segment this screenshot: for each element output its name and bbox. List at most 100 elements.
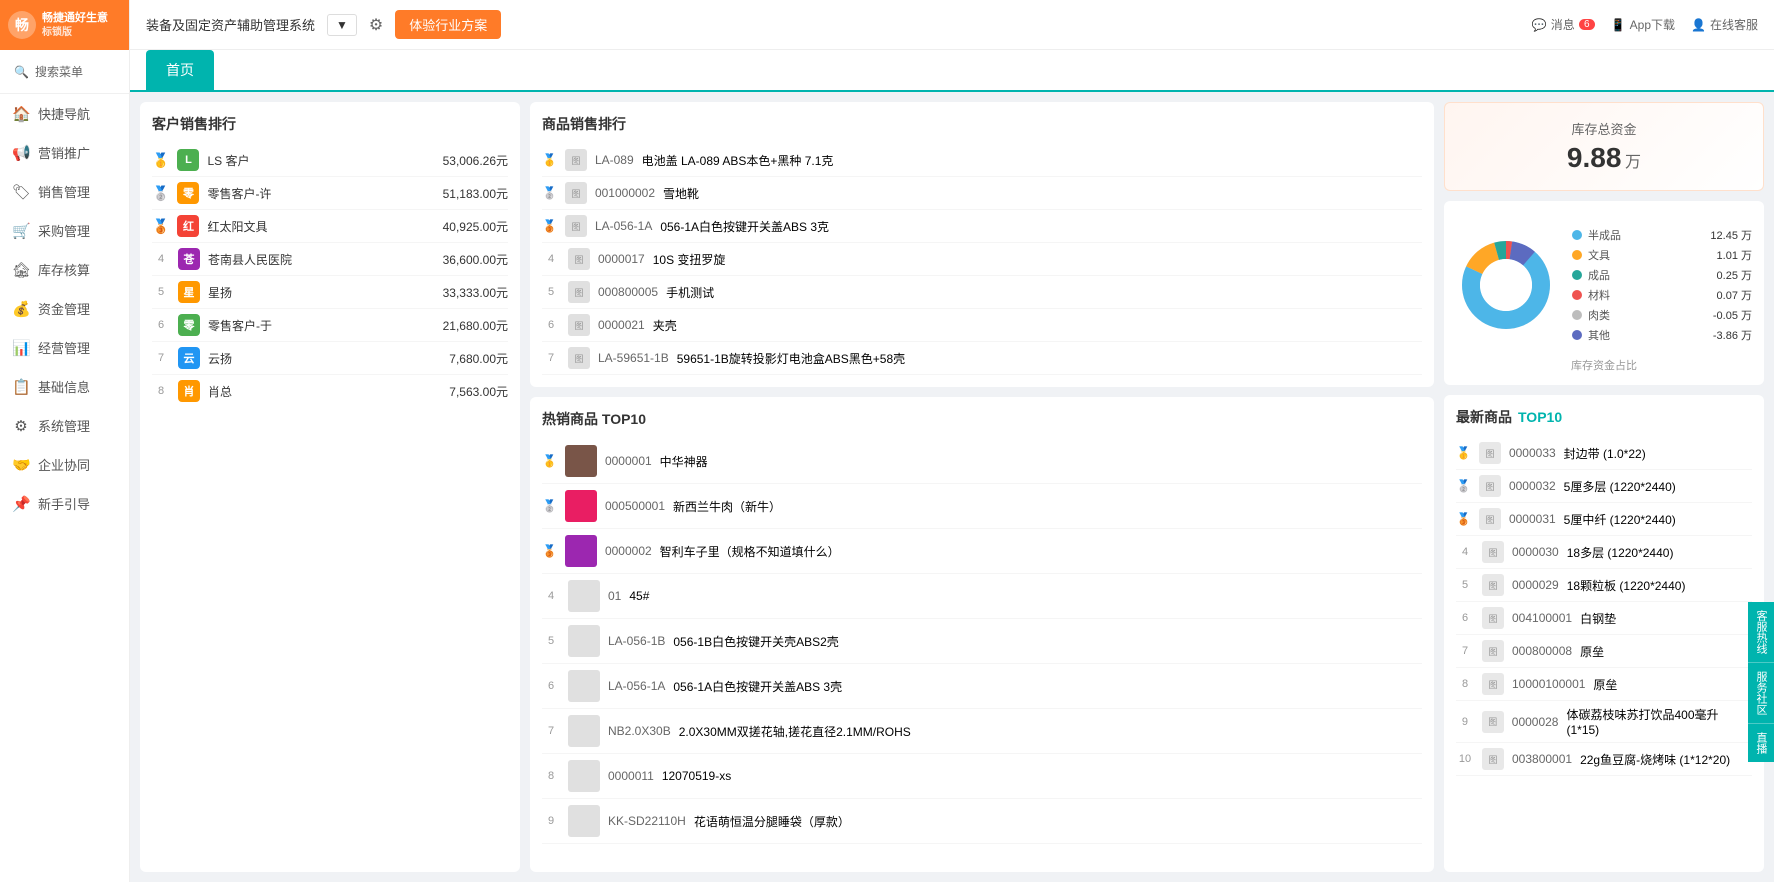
customer-name-7: 云扬 <box>208 350 441 367</box>
latest-products-card: 最新商品 TOP10 🥇 图 0000033 封边带 (1.0*22) 🥈 图 … <box>1444 395 1764 872</box>
messages-item[interactable]: 💬 消息 6 <box>1532 16 1595 33</box>
latest-code-7: 000800008 <box>1512 644 1572 658</box>
purchase-icon: 🛒 <box>12 222 30 240</box>
hot-code-9: KK-SD22110H <box>608 814 686 828</box>
product-rank-4: 4 <box>542 253 560 265</box>
product-rank-7: 7 <box>542 352 560 364</box>
inventory-label: 库存总资金 <box>1461 119 1747 138</box>
search-menu-button[interactable]: 🔍 搜索菜单 <box>8 58 121 85</box>
online-service-item[interactable]: 👤 在线客服 <box>1691 16 1758 33</box>
sidebar-item-enterprise[interactable]: 🤝 企业协同 <box>0 445 129 484</box>
content-area: 客户销售排行 🥇 L LS 客户 53,006.26元 🥈 零 零售客户-许 <box>130 92 1774 882</box>
system-icon: ⚙ <box>12 417 30 435</box>
sidebar-item-finance[interactable]: 💰 资金管理 <box>0 289 129 328</box>
customer-name-3: 红太阳文具 <box>207 218 434 235</box>
product-row-6: 6 图 0000021 夹壳 <box>542 309 1422 342</box>
customer-name-4: 苍南县人民医院 <box>208 251 435 268</box>
hot-img-1 <box>565 445 597 477</box>
operations-icon: 📊 <box>12 339 30 357</box>
product-img-6: 图 <box>568 314 590 336</box>
sidebar-item-inventory[interactable]: 🏚 库存核算 <box>0 250 129 289</box>
hot-row-9: 9 KK-SD22110H 花语萌恒温分腿睡袋（厚款） <box>542 799 1422 844</box>
legend-dot-5 <box>1572 330 1582 340</box>
float-service-btn[interactable]: 客服热线 <box>1748 602 1774 663</box>
latest-rank-4: 4 <box>1456 546 1474 558</box>
latest-name-1: 封边带 (1.0*22) <box>1564 445 1646 462</box>
product-rank-5: 5 <box>542 286 560 298</box>
trial-button[interactable]: 体验行业方案 <box>395 10 501 39</box>
legend-dot-1 <box>1572 250 1582 260</box>
rank-num-8: 8 <box>152 385 170 397</box>
service-icon: 👤 <box>1691 18 1706 32</box>
system-dropdown-btn[interactable]: ▼ <box>327 14 357 36</box>
avatar-2: 零 <box>177 182 199 204</box>
latest-code-2: 0000032 <box>1509 479 1556 493</box>
customer-row-3: 🥉 红 红太阳文具 40,925.00元 <box>152 210 508 243</box>
hot-products-list: 🥇 0000001 中华神器 🥈 000500001 新西兰牛肉（新牛） 🥉 <box>542 439 1422 844</box>
latest-name-9: 体碳荔枝味苏打饮品400毫升 (1*15) <box>1566 706 1752 737</box>
hot-medal-1: 🥇 <box>542 454 557 468</box>
latest-row-1: 🥇 图 0000033 封边带 (1.0*22) <box>1456 437 1752 470</box>
product-row-5: 5 图 000800005 手机测试 <box>542 276 1422 309</box>
hot-name-4: 45# <box>629 589 649 603</box>
product-name-3: 056-1A白色按键开关盖ABS 3克 <box>660 218 829 235</box>
product-img-5: 图 <box>568 281 590 303</box>
float-community-btn[interactable]: 服务社区 <box>1748 663 1774 724</box>
sidebar-item-marketing[interactable]: 📢 营销推广 <box>0 133 129 172</box>
customer-ranking-table: 🥇 L LS 客户 53,006.26元 🥈 零 零售客户-许 51,183.0… <box>152 144 508 407</box>
product-img-3: 图 <box>565 215 587 237</box>
sidebar-item-sales[interactable]: 🏷 销售管理 <box>0 172 129 211</box>
sidebar-item-system[interactable]: ⚙ 系统管理 <box>0 406 129 445</box>
customer-ranking-card: 客户销售排行 🥇 L LS 客户 53,006.26元 🥈 零 零售客户-许 <box>140 102 520 872</box>
latest-code-5: 0000029 <box>1512 578 1559 592</box>
sidebar-item-purchase[interactable]: 🛒 采购管理 <box>0 211 129 250</box>
legend-dot-2 <box>1572 270 1582 280</box>
product-code-6: 0000021 <box>598 318 645 332</box>
legend-item-1: 文具 1.01 万 <box>1572 245 1752 265</box>
settings-button[interactable]: ⚙ <box>369 15 383 35</box>
product-sales-title: 商品销售排行 <box>542 114 1422 134</box>
sidebar-item-basic-info[interactable]: 📋 基础信息 <box>0 367 129 406</box>
product-sales-table: 🥇 图 LA-089 电池盖 LA-089 ABS本色+黑种 7.1克 🥈 图 … <box>542 144 1422 375</box>
product-name-5: 手机测试 <box>666 284 714 301</box>
main-area: 装备及固定资产辅助管理系统 ▼ ⚙ 体验行业方案 💬 消息 6 📱 App下载 … <box>130 0 1774 882</box>
float-live-btn[interactable]: 直播 <box>1748 724 1774 762</box>
sidebar-item-operations[interactable]: 📊 经营管理 <box>0 328 129 367</box>
hot-row-1: 🥇 0000001 中华神器 <box>542 439 1422 484</box>
product-code-3: LA-056-1A <box>595 219 652 233</box>
product-name-4: 10S 变扭罗旋 <box>653 251 726 268</box>
latest-img-4: 图 <box>1482 541 1504 563</box>
donut-chart <box>1456 235 1556 335</box>
avatar-5: 星 <box>178 281 200 303</box>
inventory-unit: 万 <box>1625 154 1641 171</box>
sidebar-item-guide[interactable]: 📌 新手引导 <box>0 484 129 523</box>
customer-row-4: 4 苍 苍南县人民医院 36,600.00元 <box>152 243 508 276</box>
medal-1: 🥇 <box>152 152 169 169</box>
hot-row-3: 🥉 0000002 智利车子里（规格不知道填什么） <box>542 529 1422 574</box>
medal-3: 🥉 <box>152 218 169 235</box>
hot-img-7 <box>568 715 600 747</box>
product-medal-2: 🥈 <box>542 186 557 200</box>
legend-dot-4 <box>1572 310 1582 320</box>
message-badge: 6 <box>1579 19 1595 30</box>
latest-img-8: 图 <box>1482 673 1504 695</box>
avatar-4: 苍 <box>178 248 200 270</box>
product-img-4: 图 <box>568 248 590 270</box>
latest-row-6: 6 图 004100001 白钢垫 <box>1456 602 1752 635</box>
sidebar-item-shortcut[interactable]: 🏠 快捷导航 <box>0 94 129 133</box>
product-code-5: 000800005 <box>598 285 658 299</box>
hot-img-4 <box>568 580 600 612</box>
tab-home[interactable]: 首页 <box>146 50 214 90</box>
latest-medal-2: 🥈 <box>1456 479 1471 493</box>
hot-name-3: 智利车子里（规格不知道填什么） <box>660 543 840 560</box>
avatar-1: L <box>177 149 199 171</box>
latest-name-6: 白钢垫 <box>1580 610 1616 627</box>
customer-name-5: 星扬 <box>208 284 435 301</box>
product-rank-6: 6 <box>542 319 560 331</box>
latest-img-9: 图 <box>1482 711 1504 733</box>
product-row-2: 🥈 图 001000002 雪地靴 <box>542 177 1422 210</box>
product-img-1: 图 <box>565 149 587 171</box>
customer-amount-4: 36,600.00元 <box>443 251 508 268</box>
latest-medal-3: 🥉 <box>1456 512 1471 526</box>
app-download-item[interactable]: 📱 App下载 <box>1611 16 1675 33</box>
